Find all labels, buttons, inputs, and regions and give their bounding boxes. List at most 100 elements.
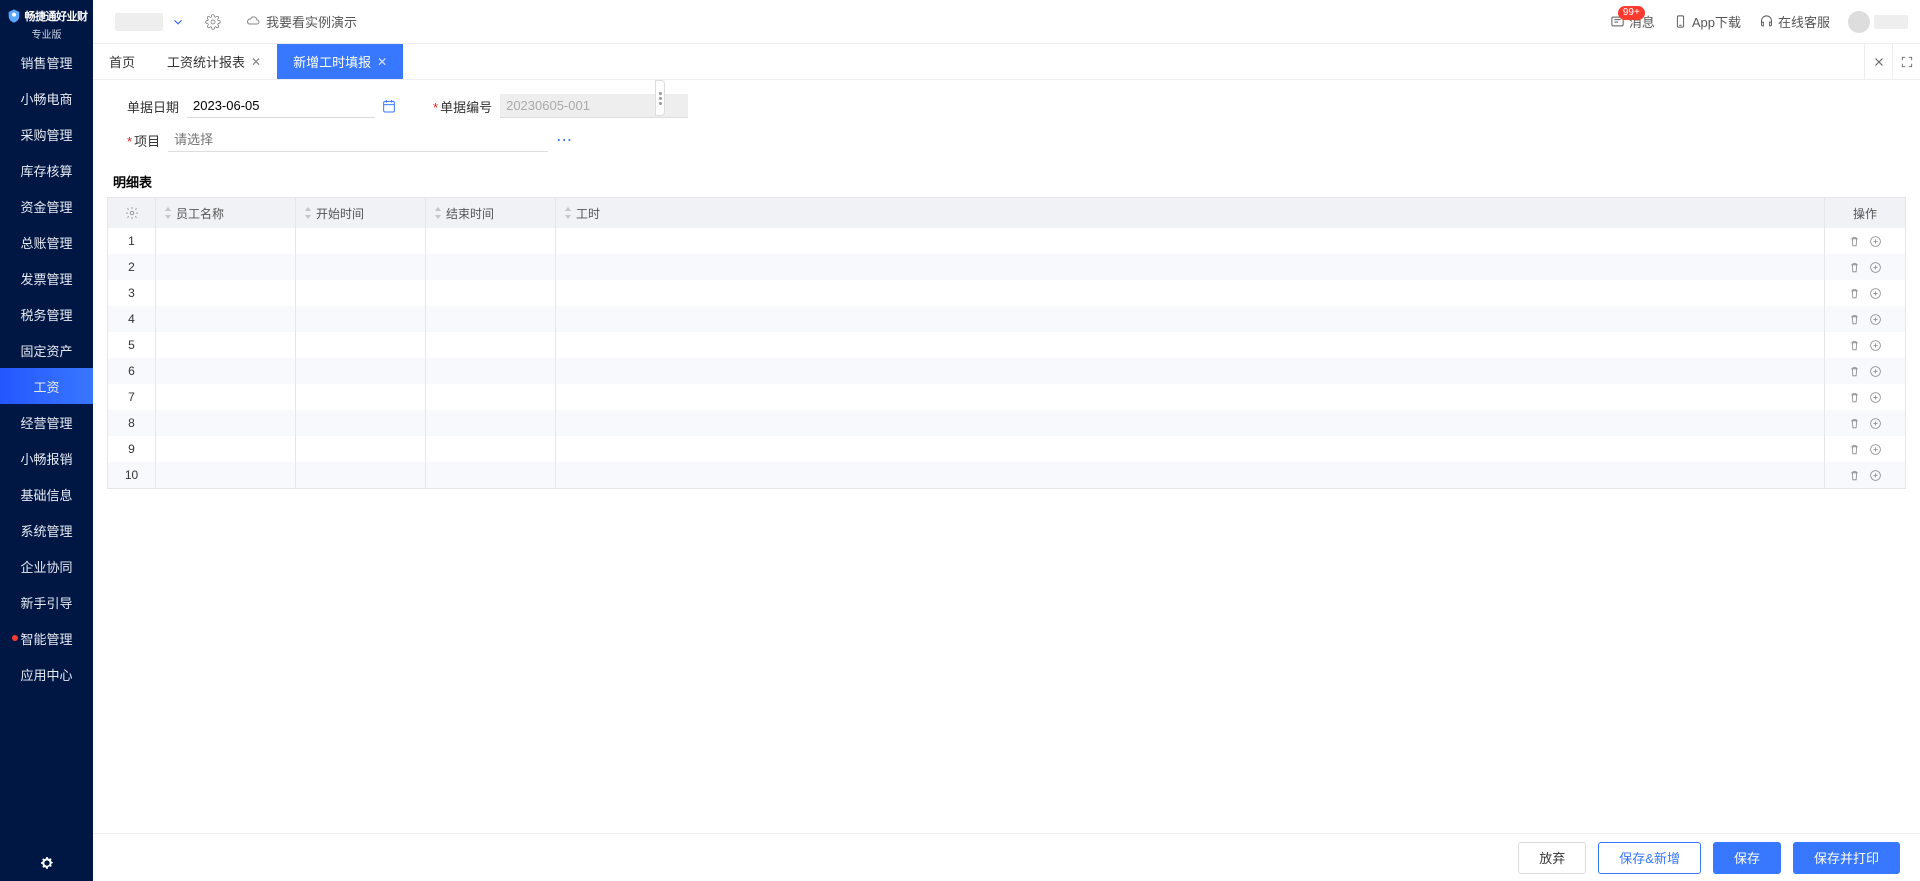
cell-end-time[interactable] xyxy=(426,384,556,410)
cell-employee[interactable] xyxy=(156,410,296,436)
save-and-print-button[interactable]: 保存并打印 xyxy=(1793,842,1900,874)
calendar-icon[interactable] xyxy=(381,98,397,114)
cell-hours[interactable] xyxy=(556,410,1825,436)
sidebar-item[interactable]: 小畅报销 xyxy=(0,440,93,476)
table-row[interactable]: 5 xyxy=(108,332,1905,358)
cell-hours[interactable] xyxy=(556,436,1825,462)
messages-button[interactable]: 99+ 消息 xyxy=(1610,12,1655,31)
delete-icon[interactable] xyxy=(1848,417,1861,430)
user-menu[interactable] xyxy=(1848,11,1908,33)
cell-end-time[interactable] xyxy=(426,254,556,280)
table-row[interactable]: 7 xyxy=(108,384,1905,410)
cell-end-time[interactable] xyxy=(426,306,556,332)
sidebar-item[interactable]: 库存核算 xyxy=(0,152,93,188)
delete-icon[interactable] xyxy=(1848,287,1861,300)
cell-start-time[interactable] xyxy=(296,280,426,306)
table-row[interactable]: 4 xyxy=(108,306,1905,332)
discard-button[interactable]: 放弃 xyxy=(1518,842,1586,874)
cell-end-time[interactable] xyxy=(426,280,556,306)
add-row-icon[interactable] xyxy=(1869,469,1882,482)
cell-hours[interactable] xyxy=(556,228,1825,254)
table-row[interactable]: 8 xyxy=(108,410,1905,436)
cell-end-time[interactable] xyxy=(426,228,556,254)
add-row-icon[interactable] xyxy=(1869,365,1882,378)
table-row[interactable]: 6 xyxy=(108,358,1905,384)
fullscreen-button[interactable] xyxy=(1892,44,1920,80)
col-hours[interactable]: 工时 xyxy=(556,198,1825,228)
cell-employee[interactable] xyxy=(156,384,296,410)
cell-hours[interactable] xyxy=(556,358,1825,384)
delete-icon[interactable] xyxy=(1848,313,1861,326)
delete-icon[interactable] xyxy=(1848,443,1861,456)
cell-start-time[interactable] xyxy=(296,436,426,462)
demo-link[interactable]: 我要看实例演示 xyxy=(245,12,357,31)
cell-end-time[interactable] xyxy=(426,358,556,384)
company-selector[interactable] xyxy=(105,11,195,33)
cell-employee[interactable] xyxy=(156,254,296,280)
cell-start-time[interactable] xyxy=(296,384,426,410)
table-row[interactable]: 1 xyxy=(108,228,1905,254)
cell-start-time[interactable] xyxy=(296,306,426,332)
cell-hours[interactable] xyxy=(556,332,1825,358)
add-row-icon[interactable] xyxy=(1869,261,1882,274)
cell-end-time[interactable] xyxy=(426,462,556,488)
table-row[interactable]: 3 xyxy=(108,280,1905,306)
cell-employee[interactable] xyxy=(156,436,296,462)
tab[interactable]: 工资统计报表✕ xyxy=(151,44,277,79)
online-service-button[interactable]: 在线客服 xyxy=(1759,12,1830,31)
col-end-time[interactable]: 结束时间 xyxy=(426,198,556,228)
sidebar-item[interactable]: 智能管理 xyxy=(0,620,93,656)
table-row[interactable]: 2 xyxy=(108,254,1905,280)
tab[interactable]: 首页 xyxy=(93,44,151,79)
delete-icon[interactable] xyxy=(1848,469,1861,482)
col-employee[interactable]: 员工名称 xyxy=(156,198,296,228)
sidebar-item[interactable]: 发票管理 xyxy=(0,260,93,296)
cell-employee[interactable] xyxy=(156,306,296,332)
cell-employee[interactable] xyxy=(156,358,296,384)
cell-hours[interactable] xyxy=(556,254,1825,280)
sidebar-item[interactable]: 系统管理 xyxy=(0,512,93,548)
sidebar-settings[interactable] xyxy=(0,845,93,881)
cell-employee[interactable] xyxy=(156,462,296,488)
cell-start-time[interactable] xyxy=(296,332,426,358)
cell-end-time[interactable] xyxy=(426,436,556,462)
sidebar-item[interactable]: 税务管理 xyxy=(0,296,93,332)
sidebar-item[interactable]: 固定资产 xyxy=(0,332,93,368)
date-input[interactable] xyxy=(187,94,375,118)
save-button[interactable]: 保存 xyxy=(1713,842,1781,874)
cell-start-time[interactable] xyxy=(296,254,426,280)
sidebar-item[interactable]: 新手引导 xyxy=(0,584,93,620)
cell-employee[interactable] xyxy=(156,280,296,306)
sidebar-item[interactable]: 应用中心 xyxy=(0,656,93,692)
sidebar-item[interactable]: 经营管理 xyxy=(0,404,93,440)
sidebar-item[interactable]: 销售管理 xyxy=(0,44,93,80)
delete-icon[interactable] xyxy=(1848,235,1861,248)
project-input[interactable] xyxy=(168,128,548,152)
add-row-icon[interactable] xyxy=(1869,391,1882,404)
table-row[interactable]: 9 xyxy=(108,436,1905,462)
add-row-icon[interactable] xyxy=(1869,235,1882,248)
tab-close-icon[interactable]: ✕ xyxy=(251,55,261,69)
project-lookup-button[interactable]: ⋯ xyxy=(556,130,573,150)
close-all-tabs-button[interactable] xyxy=(1864,44,1892,80)
add-row-icon[interactable] xyxy=(1869,443,1882,456)
cell-start-time[interactable] xyxy=(296,358,426,384)
delete-icon[interactable] xyxy=(1848,365,1861,378)
cell-hours[interactable] xyxy=(556,384,1825,410)
tab[interactable]: 新增工时填报✕ xyxy=(277,44,403,79)
add-row-icon[interactable] xyxy=(1869,339,1882,352)
cell-hours[interactable] xyxy=(556,280,1825,306)
cell-hours[interactable] xyxy=(556,306,1825,332)
add-row-icon[interactable] xyxy=(1869,313,1882,326)
save-and-new-button[interactable]: 保存&新增 xyxy=(1598,842,1701,874)
add-row-icon[interactable] xyxy=(1869,417,1882,430)
cell-hours[interactable] xyxy=(556,462,1825,488)
cell-start-time[interactable] xyxy=(296,462,426,488)
settings-icon[interactable] xyxy=(205,14,221,30)
cell-employee[interactable] xyxy=(156,332,296,358)
panel-collapse-handle[interactable] xyxy=(655,80,665,116)
sidebar-item[interactable]: 采购管理 xyxy=(0,116,93,152)
cell-end-time[interactable] xyxy=(426,410,556,436)
sidebar-item[interactable]: 工资 xyxy=(0,368,93,404)
add-row-icon[interactable] xyxy=(1869,287,1882,300)
